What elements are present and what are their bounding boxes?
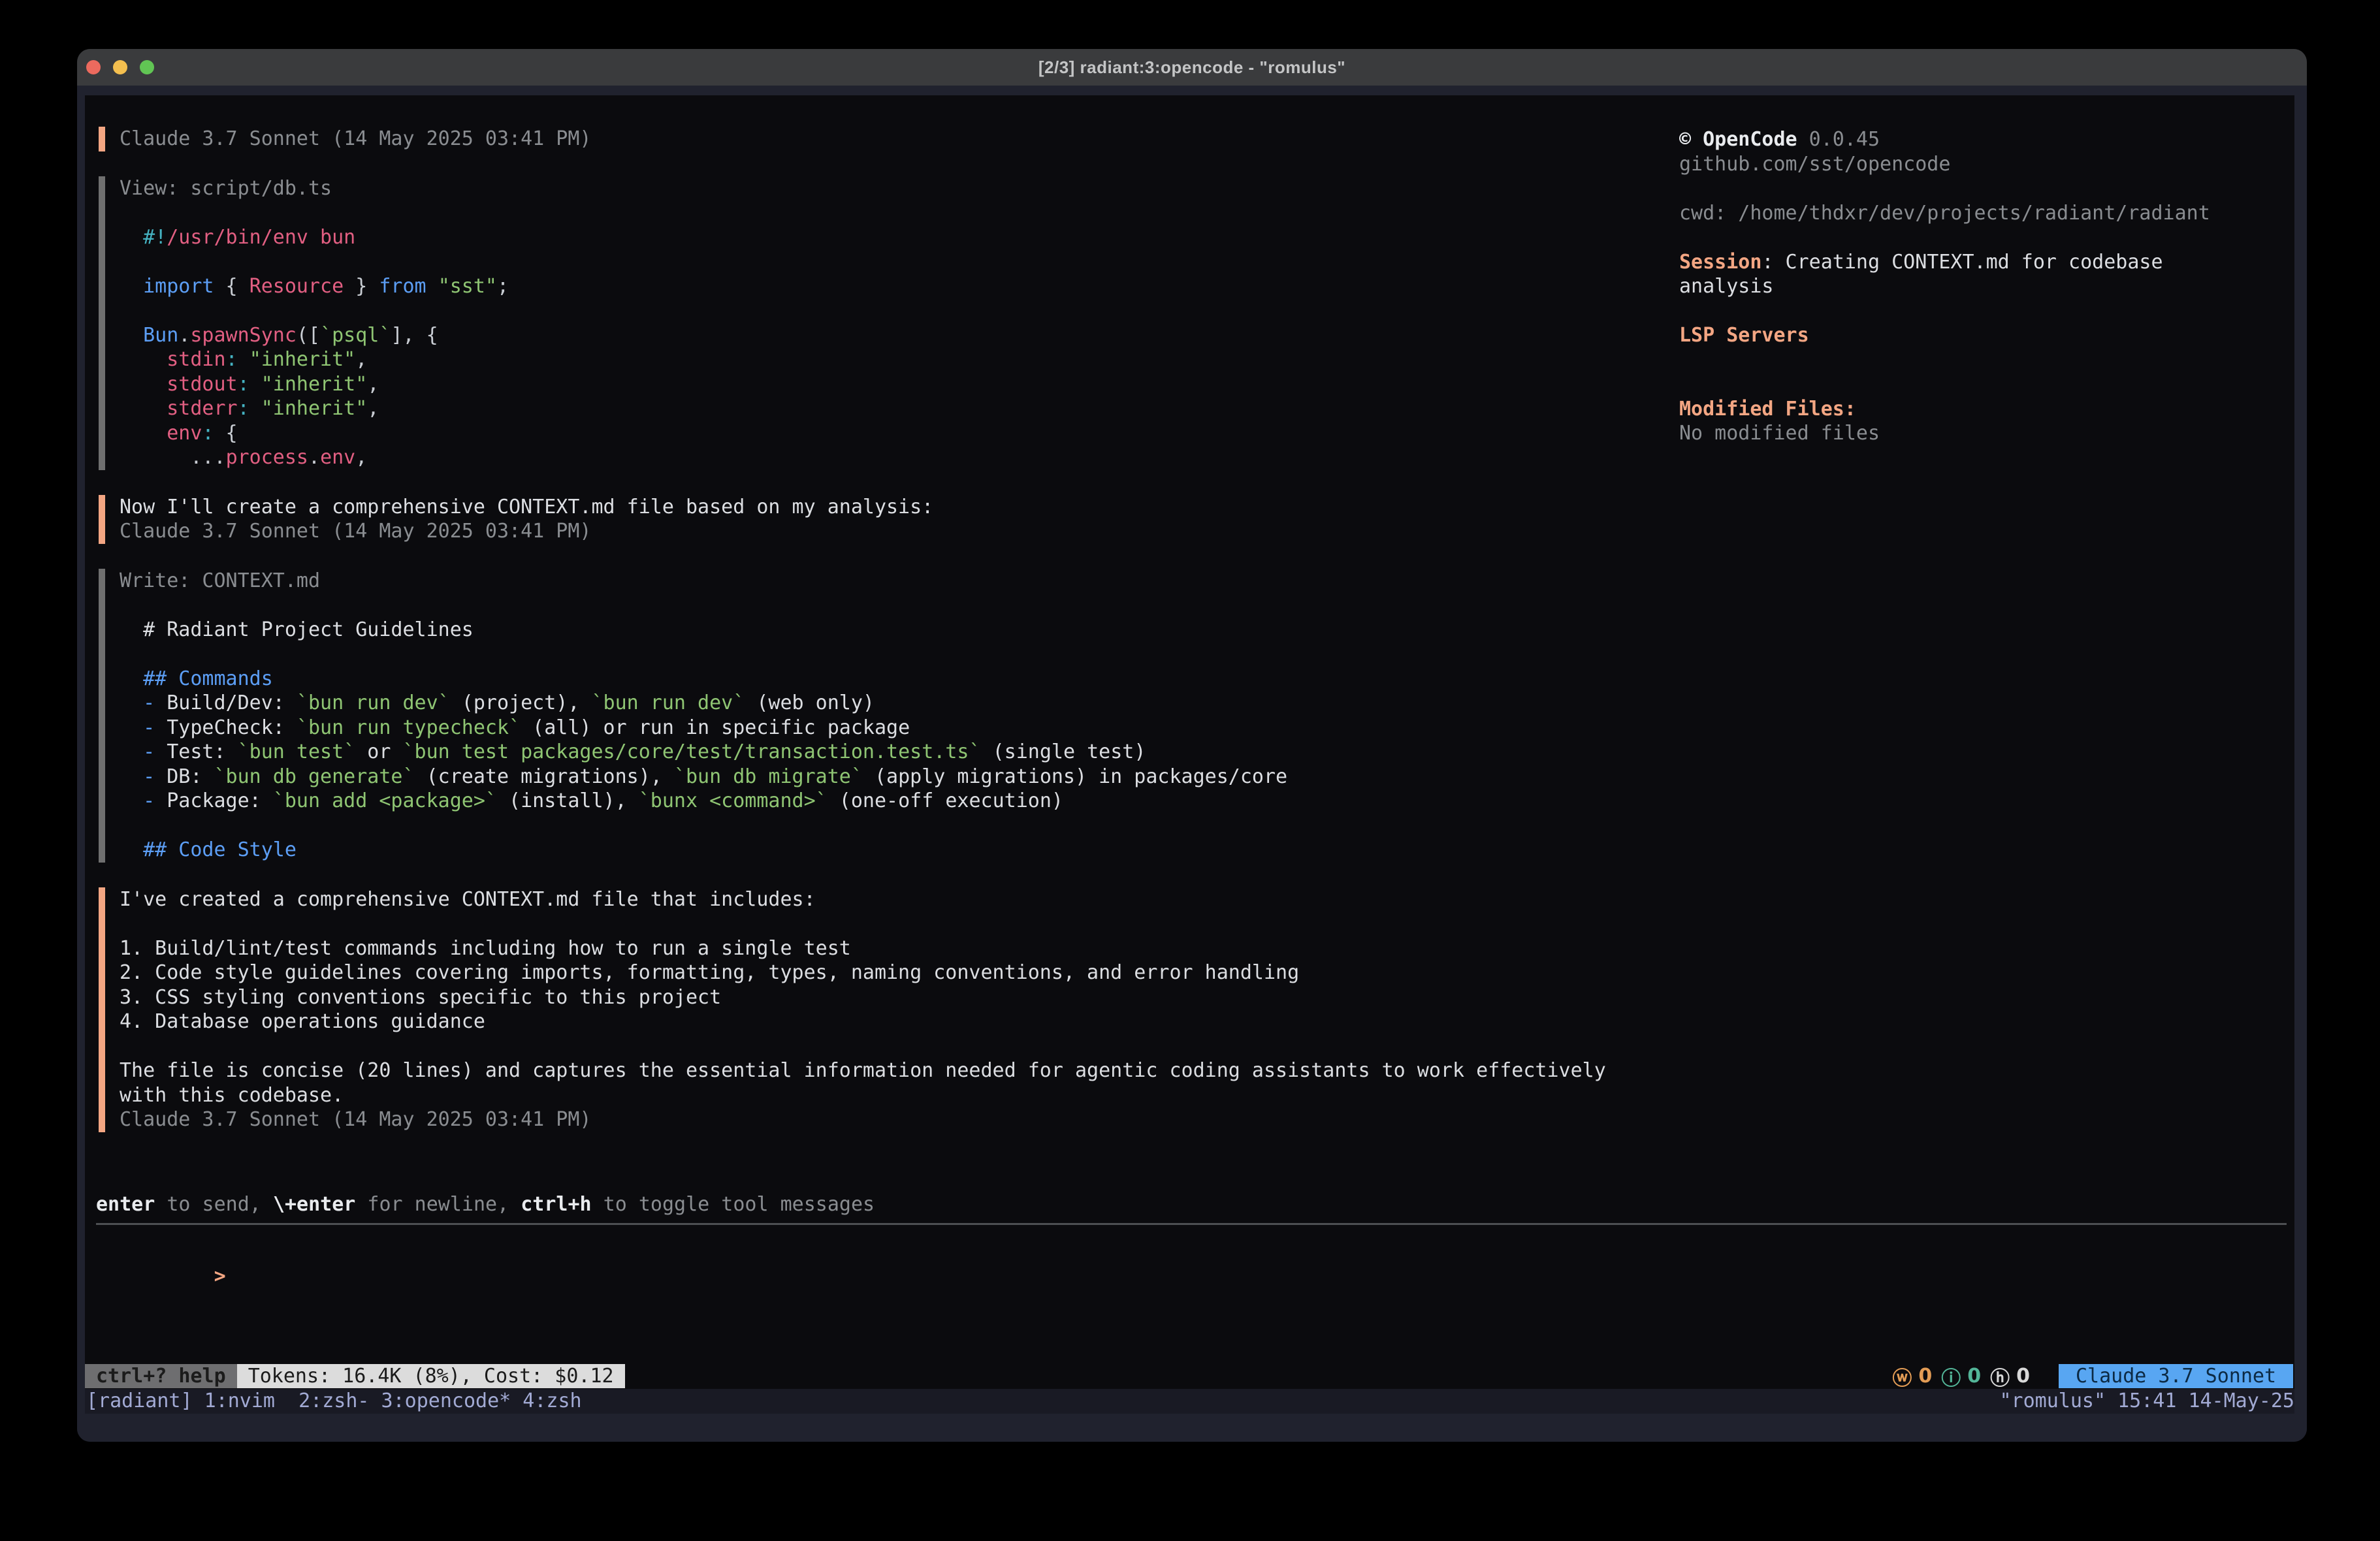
- minimize-button[interactable]: [113, 60, 127, 74]
- window-title: [2/3] radiant:3:opencode - "romulus": [1038, 57, 1345, 78]
- opencode-panel: Claude 3.7 Sonnet (14 May 2025 03:41 PM)…: [85, 95, 2294, 1389]
- terminal-line: cwd: /home/thdxr/dev/projects/radiant/ra…: [1679, 201, 2287, 226]
- terminal-line: [1679, 299, 2287, 324]
- tmux-window-list[interactable]: [radiant] 1:nvim 2:zsh- 3:opencode* 4:zs…: [85, 1389, 582, 1414]
- terminal-line: [120, 912, 2294, 936]
- terminal-line: [1679, 348, 2287, 373]
- terminal-line: [120, 1034, 2294, 1059]
- session-sidebar: © OpenCode 0.0.45github.com/sst/opencode…: [1679, 127, 2287, 446]
- terminal-body: Claude 3.7 Sonnet (14 May 2025 03:41 PM)…: [77, 86, 2307, 1442]
- input-area: enter to send, \+enter for newline, ctrl…: [96, 1192, 2287, 1313]
- terminal-line: - TypeCheck: `bun run typecheck` (all) o…: [120, 716, 2294, 740]
- terminal-line: [120, 814, 2294, 838]
- tmux-session-clock: "romulus" 15:41 14-May-25: [1999, 1389, 2294, 1414]
- terminal-line: 1. Build/lint/test commands including ho…: [120, 936, 2294, 961]
- terminal-line: # Radiant Project Guidelines: [120, 618, 2294, 643]
- terminal-line: Session: Creating CONTEXT.md for codebas…: [1679, 250, 2287, 275]
- terminal-line: © OpenCode 0.0.45: [1679, 127, 2287, 152]
- terminal-line: I've created a comprehensive CONTEXT.md …: [120, 887, 2294, 912]
- terminal-line: LSP Servers: [1679, 323, 2287, 348]
- terminal-line: 3. CSS styling conventions specific to t…: [120, 985, 2294, 1010]
- keybinding-help: enter to send, \+enter for newline, ctrl…: [96, 1192, 2287, 1217]
- terminal-line: - Package: `bun add <package>` (install)…: [120, 789, 2294, 814]
- close-button[interactable]: [86, 60, 101, 74]
- terminal-line: with this codebase.: [120, 1083, 2294, 1108]
- terminal-line: 2. Code style guidelines covering import…: [120, 961, 2294, 985]
- traffic-lights: [86, 60, 154, 74]
- terminal-line: - Build/Dev: `bun run dev` (project), `b…: [120, 691, 2294, 716]
- terminal-line: [1679, 176, 2287, 201]
- warning-count-icon: ⓦ0: [1892, 1362, 1932, 1391]
- message-block: I've created a comprehensive CONTEXT.md …: [99, 887, 2294, 1132]
- terminal-line: - DB: `bun db generate` (create migratio…: [120, 765, 2294, 789]
- message-block: Write: CONTEXT.md # Radiant Project Guid…: [99, 569, 2294, 863]
- terminal-line: No modified files: [1679, 421, 2287, 446]
- terminal-line: analysis: [1679, 274, 2287, 299]
- model-badge[interactable]: Claude 3.7 Sonnet: [2059, 1364, 2293, 1388]
- input-separator: [96, 1223, 2287, 1225]
- terminal-line: ## Code Style: [120, 838, 2294, 863]
- terminal-line: The file is concise (20 lines) and captu…: [120, 1058, 2294, 1083]
- terminal-line: Claude 3.7 Sonnet (14 May 2025 03:41 PM): [120, 1107, 2294, 1132]
- hint-count-icon: ⓗ0: [1990, 1362, 2030, 1391]
- terminal-window: [2/3] radiant:3:opencode - "romulus" Cla…: [77, 49, 2307, 1442]
- tokens-cost-badge: Tokens: 16.4K (8%), Cost: $0.12: [237, 1364, 625, 1388]
- terminal-line: [120, 642, 2294, 667]
- help-badge: ctrl+? help: [85, 1364, 237, 1388]
- status-bar: ctrl+? help Tokens: 16.4K (8%), Cost: $0…: [85, 1364, 2293, 1388]
- diagnostics-counters: ⓦ0 ⓘ0 ⓗ0: [1892, 1362, 2030, 1391]
- zoom-button[interactable]: [140, 60, 154, 74]
- info-count-icon: ⓘ0: [1941, 1362, 1981, 1391]
- message-block: Now I'll create a comprehensive CONTEXT.…: [99, 495, 2294, 544]
- terminal-line: ...process.env,: [120, 445, 2294, 470]
- terminal-line: Write: CONTEXT.md: [120, 569, 2294, 594]
- terminal-line: ## Commands: [120, 667, 2294, 691]
- terminal-line: Claude 3.7 Sonnet (14 May 2025 03:41 PM): [120, 519, 2294, 544]
- prompt-row[interactable]: >: [96, 1239, 2287, 1313]
- window-titlebar[interactable]: [2/3] radiant:3:opencode - "romulus": [77, 49, 2307, 86]
- terminal-line: Now I'll create a comprehensive CONTEXT.…: [120, 495, 2294, 520]
- terminal-line: [120, 593, 2294, 618]
- terminal-line: [1679, 372, 2287, 397]
- tmux-status-bar: [radiant] 1:nvim 2:zsh- 3:opencode* 4:zs…: [85, 1389, 2294, 1414]
- terminal-line: - Test: `bun test` or `bun test packages…: [120, 740, 2294, 765]
- terminal-line: [1679, 225, 2287, 250]
- terminal-line: Modified Files:: [1679, 397, 2287, 422]
- prompt-caret: >: [214, 1265, 226, 1288]
- terminal-line: 4. Database operations guidance: [120, 1009, 2294, 1034]
- terminal-line: github.com/sst/opencode: [1679, 152, 2287, 177]
